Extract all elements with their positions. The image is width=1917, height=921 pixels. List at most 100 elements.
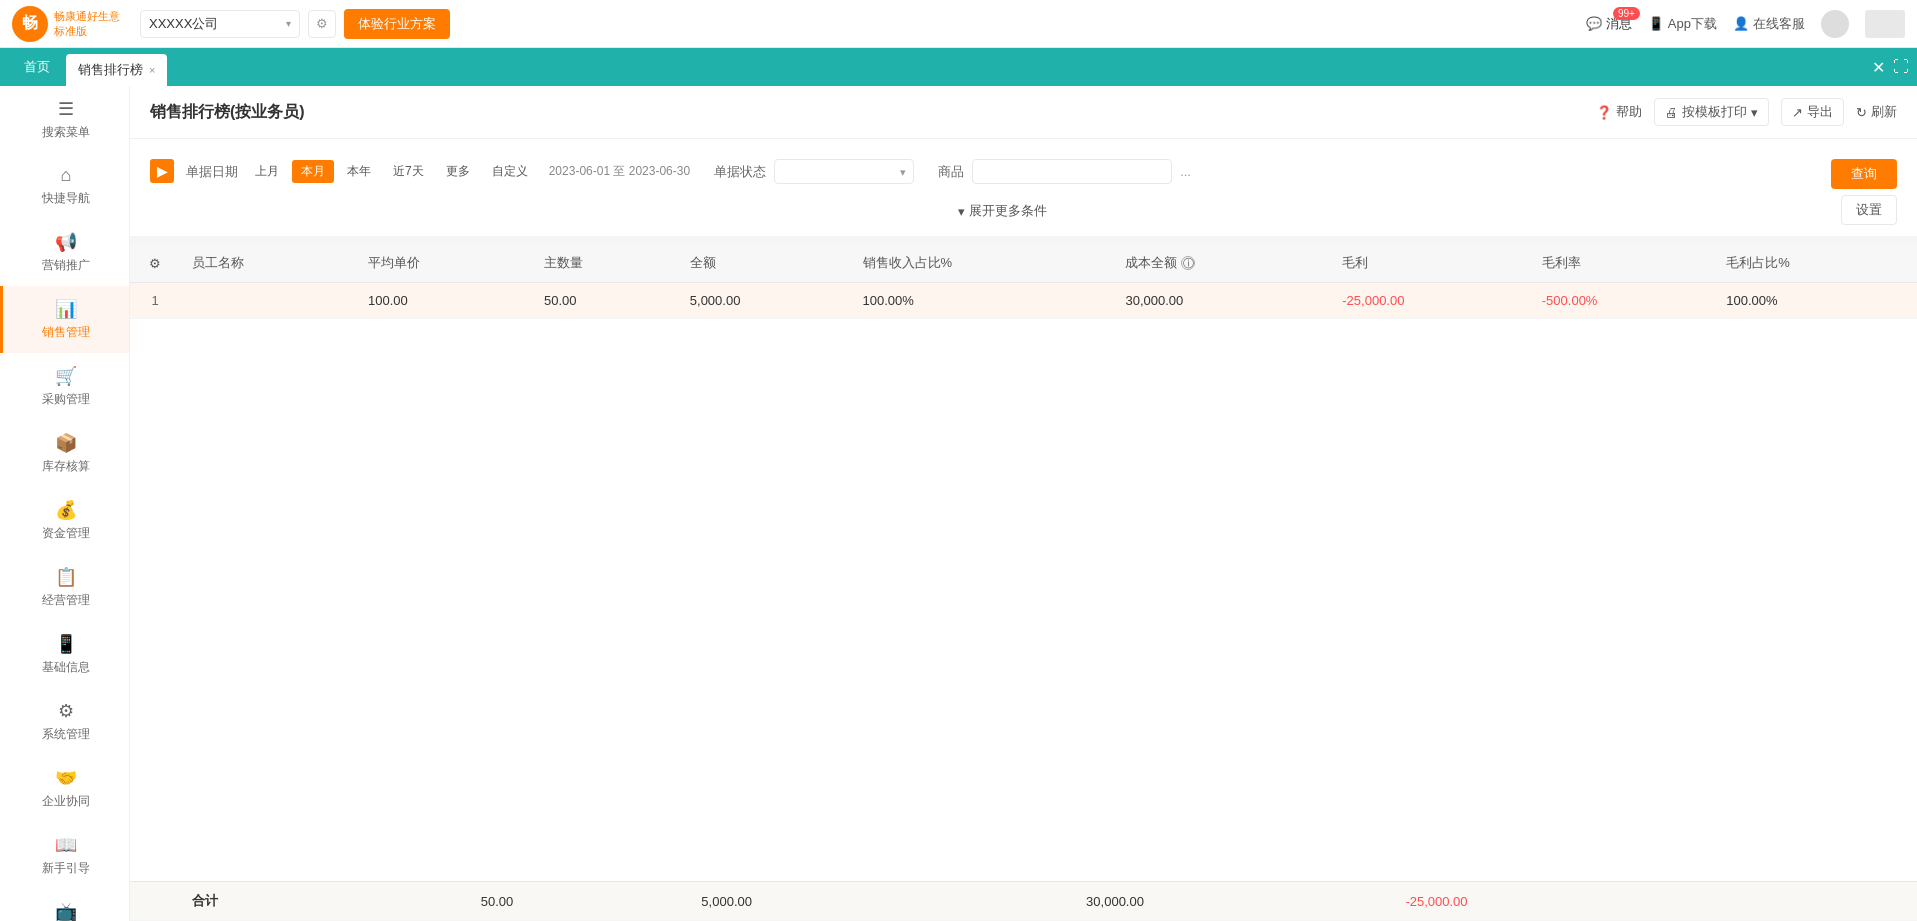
sidebar-item-finance[interactable]: 💰 资金管理 bbox=[0, 487, 129, 554]
app-logo: 畅 bbox=[12, 6, 48, 42]
logo-text: 畅康通好生意 标准版 bbox=[54, 9, 120, 38]
date-btn-this-year[interactable]: 本年 bbox=[338, 160, 380, 183]
footer-cost: 30,000.00 bbox=[1074, 882, 1393, 921]
col-cost: 成本全额 ⓘ bbox=[1113, 244, 1330, 283]
guide-icon: 📖 bbox=[55, 834, 77, 856]
cell-avg-price: 100.00 bbox=[356, 283, 532, 319]
sidebar-item-inventory[interactable]: 📦 库存核算 bbox=[0, 420, 129, 487]
tab-label: 销售排行榜 bbox=[78, 61, 143, 79]
sidebar-item-apps[interactable]: 📺 应用中心 bbox=[0, 889, 129, 921]
date-btn-this-month[interactable]: 本月 bbox=[292, 160, 334, 183]
col-avg-price: 平均单价 bbox=[356, 244, 532, 283]
expand-icon: ▾ bbox=[958, 204, 965, 219]
online-service-btn[interactable]: 👤 在线客服 bbox=[1733, 15, 1805, 33]
sidebar-label-system: 系统管理 bbox=[42, 726, 90, 743]
logo-area: 畅 畅康通好生意 标准版 bbox=[12, 6, 132, 42]
print-chevron-icon: ▾ bbox=[1751, 105, 1758, 120]
product-input[interactable] bbox=[972, 159, 1172, 184]
sidebar-label-collab: 企业协同 bbox=[42, 793, 90, 810]
expand-more-btn[interactable]: ▾ 展开更多条件 bbox=[958, 202, 1047, 220]
sidebar-item-sales[interactable]: 📊 销售管理 bbox=[0, 286, 129, 353]
column-settings-icon[interactable]: ⚙ bbox=[149, 256, 161, 271]
date-range-buttons: 上月 本月 本年 近7天 更多 自定义 bbox=[246, 160, 537, 183]
avatar[interactable] bbox=[1821, 10, 1849, 38]
top-header: 畅 畅康通好生意 标准版 XXXXX公司 ▾ ⚙ 体验行业方案 💬 消息 99+… bbox=[0, 0, 1917, 48]
sidebar-label-search: 搜索菜单 bbox=[42, 124, 90, 141]
service-icon: 👤 bbox=[1733, 16, 1749, 31]
query-actions: 查询 设置 bbox=[1831, 159, 1897, 225]
finance-icon: 💰 bbox=[55, 499, 77, 521]
main-layout: ☰ 搜索菜单 ⌂ 快捷导航 📢 营销推广 📊 销售管理 🛒 采购管理 📦 库存核… bbox=[0, 86, 1917, 921]
cell-employee-name bbox=[180, 283, 356, 319]
tab-bar: 首页 销售排行榜 × ✕ ⛶ bbox=[0, 48, 1917, 86]
col-settings[interactable]: ⚙ bbox=[130, 244, 180, 283]
query-button[interactable]: 查询 bbox=[1831, 159, 1897, 189]
filter-section: ▶ 单据日期 上月 本月 本年 近7天 更多 bbox=[130, 139, 1917, 236]
footer-qty: 50.00 bbox=[469, 882, 690, 921]
refresh-btn[interactable]: ↻ 刷新 bbox=[1856, 103, 1897, 121]
trial-button[interactable]: 体验行业方案 bbox=[344, 9, 450, 39]
footer-avg-price bbox=[375, 882, 469, 921]
settings-icon[interactable]: ⚙ bbox=[308, 10, 336, 38]
tab-home[interactable]: 首页 bbox=[8, 48, 66, 86]
sidebar-item-system[interactable]: ⚙ 系统管理 bbox=[0, 688, 129, 755]
header-right: 💬 消息 99+ 📱 App下载 👤 在线客服 bbox=[1586, 10, 1905, 38]
date-btn-custom[interactable]: 自定义 bbox=[483, 160, 537, 183]
tab-close-icon[interactable]: × bbox=[149, 64, 155, 76]
company-selector[interactable]: XXXXX公司 ▾ bbox=[140, 10, 300, 38]
tab-sales-ranking[interactable]: 销售排行榜 × bbox=[66, 54, 167, 86]
export-btn[interactable]: ↗ 导出 bbox=[1781, 98, 1844, 126]
status-select-wrapper bbox=[774, 159, 914, 184]
sidebar-item-operations[interactable]: 📋 经营管理 bbox=[0, 554, 129, 621]
table-header-row: ⚙ 员工名称 平均单价 主数量 全额 销售收入占比% 成本全额 ⓘ 毛利 毛利率… bbox=[130, 244, 1917, 283]
purchase-icon: 🛒 bbox=[55, 365, 77, 387]
footer-profit: -25,000.00 bbox=[1393, 882, 1729, 921]
help-btn[interactable]: ❓ 帮助 bbox=[1596, 103, 1642, 121]
sidebar-item-search[interactable]: ☰ 搜索菜单 bbox=[0, 86, 129, 153]
sidebar-item-purchase[interactable]: 🛒 采购管理 bbox=[0, 353, 129, 420]
marketing-icon: 📢 bbox=[55, 231, 77, 253]
col-profit-pct: 毛利占比% bbox=[1714, 244, 1917, 283]
message-badge: 99+ bbox=[1613, 7, 1640, 20]
product-more-icon[interactable]: ... bbox=[1180, 164, 1191, 179]
user-info bbox=[1865, 10, 1905, 38]
cell-profit-rate: -500.00% bbox=[1530, 283, 1714, 319]
product-filter-label: 商品 bbox=[938, 163, 964, 181]
help-icon: ❓ bbox=[1596, 105, 1612, 120]
sidebar-item-marketing[interactable]: 📢 营销推广 bbox=[0, 219, 129, 286]
sidebar-label-marketing: 营销推广 bbox=[42, 257, 90, 274]
close-window-icon[interactable]: ✕ bbox=[1872, 58, 1885, 77]
data-table: ⚙ 员工名称 平均单价 主数量 全额 销售收入占比% 成本全额 ⓘ 毛利 毛利率… bbox=[130, 244, 1917, 319]
app-download-btn[interactable]: 📱 App下载 bbox=[1648, 15, 1717, 33]
footer-row: 合计 50.00 5,000.00 30,000.00 -25,000.00 bbox=[130, 882, 1917, 921]
sidebar-item-collab[interactable]: 🤝 企业协同 bbox=[0, 755, 129, 822]
col-employee-name: 员工名称 bbox=[180, 244, 356, 283]
sidebar-label-sales: 销售管理 bbox=[42, 324, 90, 341]
sidebar-item-basics[interactable]: 📱 基础信息 bbox=[0, 621, 129, 688]
maximize-icon[interactable]: ⛶ bbox=[1893, 58, 1909, 76]
cell-qty: 50.00 bbox=[532, 283, 678, 319]
sidebar-item-guide[interactable]: 📖 新手引导 bbox=[0, 822, 129, 889]
page-header: 销售排行榜(按业务员) ❓ 帮助 🖨 按模板打印 ▾ ↗ 导出 ↻ 刷新 bbox=[130, 86, 1917, 139]
date-btn-7days[interactable]: 近7天 bbox=[384, 160, 433, 183]
filter-expand-arrow[interactable]: ▶ bbox=[150, 159, 174, 183]
sidebar-item-quick-nav[interactable]: ⌂ 快捷导航 bbox=[0, 153, 129, 219]
date-btn-more[interactable]: 更多 bbox=[437, 160, 479, 183]
status-select[interactable] bbox=[774, 159, 914, 184]
footer-table: 合计 50.00 5,000.00 30,000.00 -25,000.00 bbox=[130, 882, 1917, 921]
date-btn-last-month[interactable]: 上月 bbox=[246, 160, 288, 183]
settings-button[interactable]: 设置 bbox=[1841, 195, 1897, 225]
product-filter: 商品 ... bbox=[938, 159, 1191, 184]
cell-amount: 5,000.00 bbox=[678, 283, 851, 319]
sidebar-label-purchase: 采购管理 bbox=[42, 391, 90, 408]
date-filter: 单据日期 上月 本月 本年 近7天 更多 自定义 2023-06-01 至 20… bbox=[186, 160, 690, 183]
cost-info-icon[interactable]: ⓘ bbox=[1181, 256, 1195, 270]
print-template-btn[interactable]: 🖨 按模板打印 ▾ bbox=[1654, 98, 1769, 126]
footer-sales-pct bbox=[980, 882, 1074, 921]
sales-icon: 📊 bbox=[55, 298, 77, 320]
sidebar-label-guide: 新手引导 bbox=[42, 860, 90, 877]
message-area[interactable]: 💬 消息 99+ bbox=[1586, 15, 1632, 33]
sidebar-label-operations: 经营管理 bbox=[42, 592, 90, 609]
tab-bar-right: ✕ ⛶ bbox=[1872, 58, 1909, 77]
collab-icon: 🤝 bbox=[55, 767, 77, 789]
